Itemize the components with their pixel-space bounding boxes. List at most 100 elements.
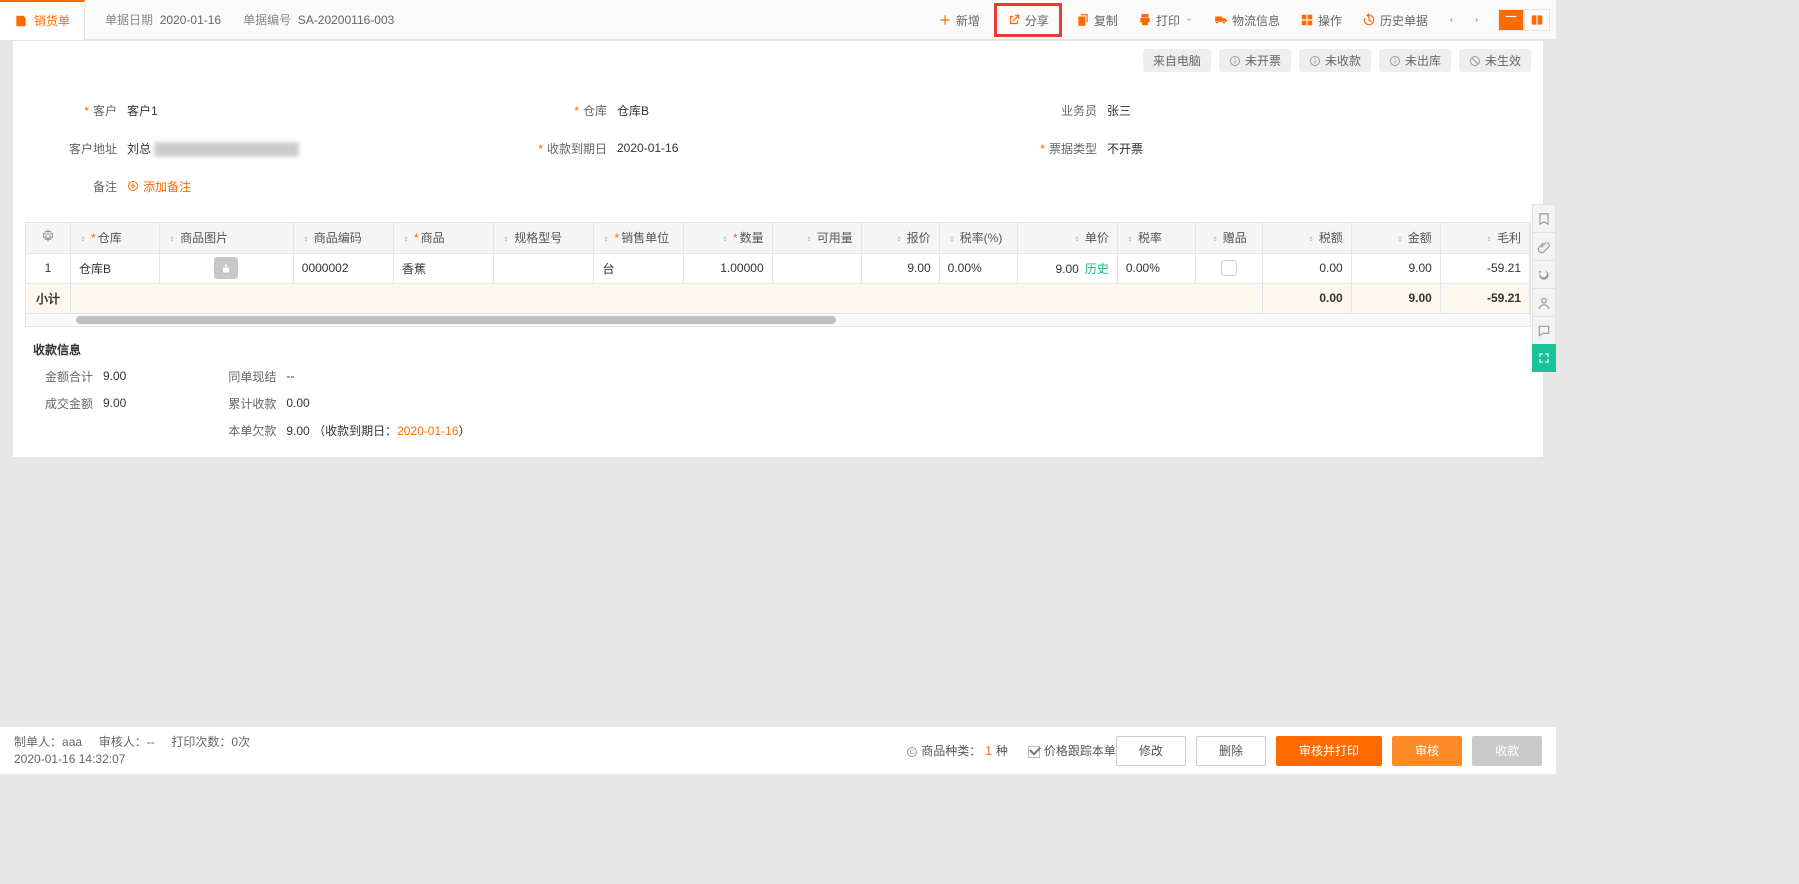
side-refresh-button[interactable] <box>1532 260 1556 288</box>
cell-rate: 0.00% <box>939 253 1017 283</box>
new-button[interactable]: 新增 <box>932 6 986 34</box>
remark-label: 备注 <box>43 178 127 195</box>
next-doc[interactable] <box>1468 0 1486 40</box>
side-note-button[interactable] <box>1532 204 1556 232</box>
col-available[interactable]: 可用量 <box>772 223 861 253</box>
cell-image[interactable] <box>160 253 294 283</box>
sort-icon <box>1485 234 1493 244</box>
col-image[interactable]: 商品图片 <box>160 223 294 253</box>
cell-quote: 9.00 <box>861 253 939 283</box>
history-icon <box>1362 13 1376 27</box>
subtotal-amount: 9.00 <box>1351 283 1440 313</box>
invoice-type-value: 不开票 <box>1107 140 1143 157</box>
print-button[interactable]: 打印 <box>1132 6 1200 34</box>
sort-icon <box>805 234 813 244</box>
doc-icon <box>14 14 28 28</box>
cell-unit: 台 <box>594 253 683 283</box>
add-remark-text: 添加备注 <box>143 178 191 195</box>
audit-print-button[interactable]: 审核并打印 <box>1276 736 1382 766</box>
warehouse-value: 仓库B <box>617 102 649 119</box>
sort-icon <box>721 234 729 244</box>
side-user-button[interactable] <box>1532 288 1556 316</box>
owe-label: 本单欠款 <box>216 422 286 439</box>
subtotal-tax: 0.00 <box>1262 283 1351 313</box>
col-warehouse[interactable]: *仓库 <box>71 223 160 253</box>
col-profit[interactable]: 毛利 <box>1440 223 1529 253</box>
cell-gift[interactable] <box>1195 253 1262 283</box>
warehouse-label: 仓库 <box>533 102 617 119</box>
tag-effect[interactable]: 未生效 <box>1459 49 1531 72</box>
sort-icon <box>302 234 310 244</box>
payment-title: 收款信息 <box>33 341 1523 358</box>
side-attach-button[interactable] <box>1532 232 1556 260</box>
header-info: 单据日期 2020-01-16 单据编号 SA-20200116-003 <box>85 11 394 28</box>
chevron-left-icon <box>1446 15 1456 25</box>
print-count-label: 打印次数： <box>171 735 231 749</box>
side-expand-button[interactable] <box>1532 344 1556 372</box>
sort-icon <box>168 234 176 244</box>
highlight-share: 分享 <box>994 3 1062 37</box>
add-remark-link[interactable]: 添加备注 <box>127 178 191 195</box>
history-button[interactable]: 历史单据 <box>1356 6 1434 34</box>
total-label: 金额合计 <box>33 368 103 385</box>
checkbox-icon <box>1028 746 1040 758</box>
tag-receipt[interactable]: 未收款 <box>1299 49 1371 72</box>
side-chat-button[interactable] <box>1532 316 1556 344</box>
tag-receipt-label: 未收款 <box>1325 52 1361 69</box>
maker-value: aaa <box>62 735 82 749</box>
col-code[interactable]: 商品编码 <box>293 223 393 253</box>
col-amount[interactable]: 金额 <box>1351 223 1440 253</box>
gear-icon <box>41 229 55 243</box>
info-icon <box>1229 55 1241 67</box>
logistics-button[interactable]: 物流信息 <box>1208 6 1286 34</box>
gift-checkbox[interactable] <box>1221 260 1237 276</box>
kinds-label: 商品种类： <box>921 744 981 758</box>
delete-button[interactable]: 删除 <box>1196 736 1266 766</box>
col-qty[interactable]: *数量 <box>683 223 772 253</box>
print-label: 打印 <box>1156 12 1180 29</box>
col-quote[interactable]: 报价 <box>861 223 939 253</box>
footer-mid: C 商品种类：1种 价格跟踪本单 <box>906 742 1116 759</box>
tag-outstock[interactable]: 未出库 <box>1379 49 1451 72</box>
tag-invoice-label: 未开票 <box>1245 52 1281 69</box>
sort-icon <box>502 234 510 244</box>
col-rate[interactable]: 税率(%) <box>939 223 1017 253</box>
side-toolbar <box>1532 204 1556 372</box>
tab-sales-order[interactable]: 销货单 <box>0 0 85 40</box>
invoice-type-label: 票据类型 <box>1023 140 1107 157</box>
col-unit[interactable]: *销售单位 <box>594 223 683 253</box>
edit-button[interactable]: 修改 <box>1116 736 1186 766</box>
operate-button[interactable]: 操作 <box>1294 6 1348 34</box>
sort-icon <box>1211 234 1219 244</box>
cell-code: 0000002 <box>293 253 393 283</box>
share-button[interactable]: 分享 <box>1001 6 1055 34</box>
col-settings[interactable] <box>26 223 71 253</box>
col-product[interactable]: *商品 <box>394 223 494 253</box>
customer-label: 客户 <box>43 102 127 119</box>
cell-available <box>772 253 861 283</box>
view-list-button[interactable] <box>1498 9 1524 31</box>
scroll-thumb[interactable] <box>76 316 836 324</box>
copy-label: 复制 <box>1094 12 1118 29</box>
tag-invoice[interactable]: 未开票 <box>1219 49 1291 72</box>
auditor-label: 审核人： <box>99 735 147 749</box>
customer-addr-value: 刘总 █████████████████ <box>127 140 299 157</box>
duedate-value: 2020-01-16 <box>617 141 678 155</box>
history-label: 历史单据 <box>1380 12 1428 29</box>
table-row[interactable]: 1 仓库B 0000002 香蕉 台 1.00000 9.00 0.00% 9.… <box>26 253 1530 283</box>
price-history-link[interactable]: 历史 <box>1085 262 1109 276</box>
col-tax[interactable]: 税额 <box>1262 223 1351 253</box>
price-track-checkbox[interactable]: 价格跟踪本单 <box>1028 742 1116 759</box>
audit-button[interactable]: 审核 <box>1392 736 1462 766</box>
view-card-button[interactable] <box>1524 9 1550 31</box>
col-gift[interactable]: 赠品 <box>1195 223 1262 253</box>
prev-doc[interactable] <box>1442 0 1460 40</box>
col-spec[interactable]: 规格型号 <box>494 223 594 253</box>
col-taxrate2[interactable]: 税率 <box>1117 223 1195 253</box>
main-card: 来自电脑 未开票 未收款 未出库 未生效 客户客户1 客户地址刘总 ██████… <box>12 40 1544 458</box>
expand-icon <box>1537 351 1551 365</box>
payment-section: 收款信息 金额合计9.00 成交金额9.00 同单现结-- 累计收款0.00 本… <box>13 327 1543 439</box>
col-price[interactable]: 单价 <box>1017 223 1117 253</box>
table-hscroll[interactable] <box>26 314 1530 326</box>
copy-button[interactable]: 复制 <box>1070 6 1124 34</box>
